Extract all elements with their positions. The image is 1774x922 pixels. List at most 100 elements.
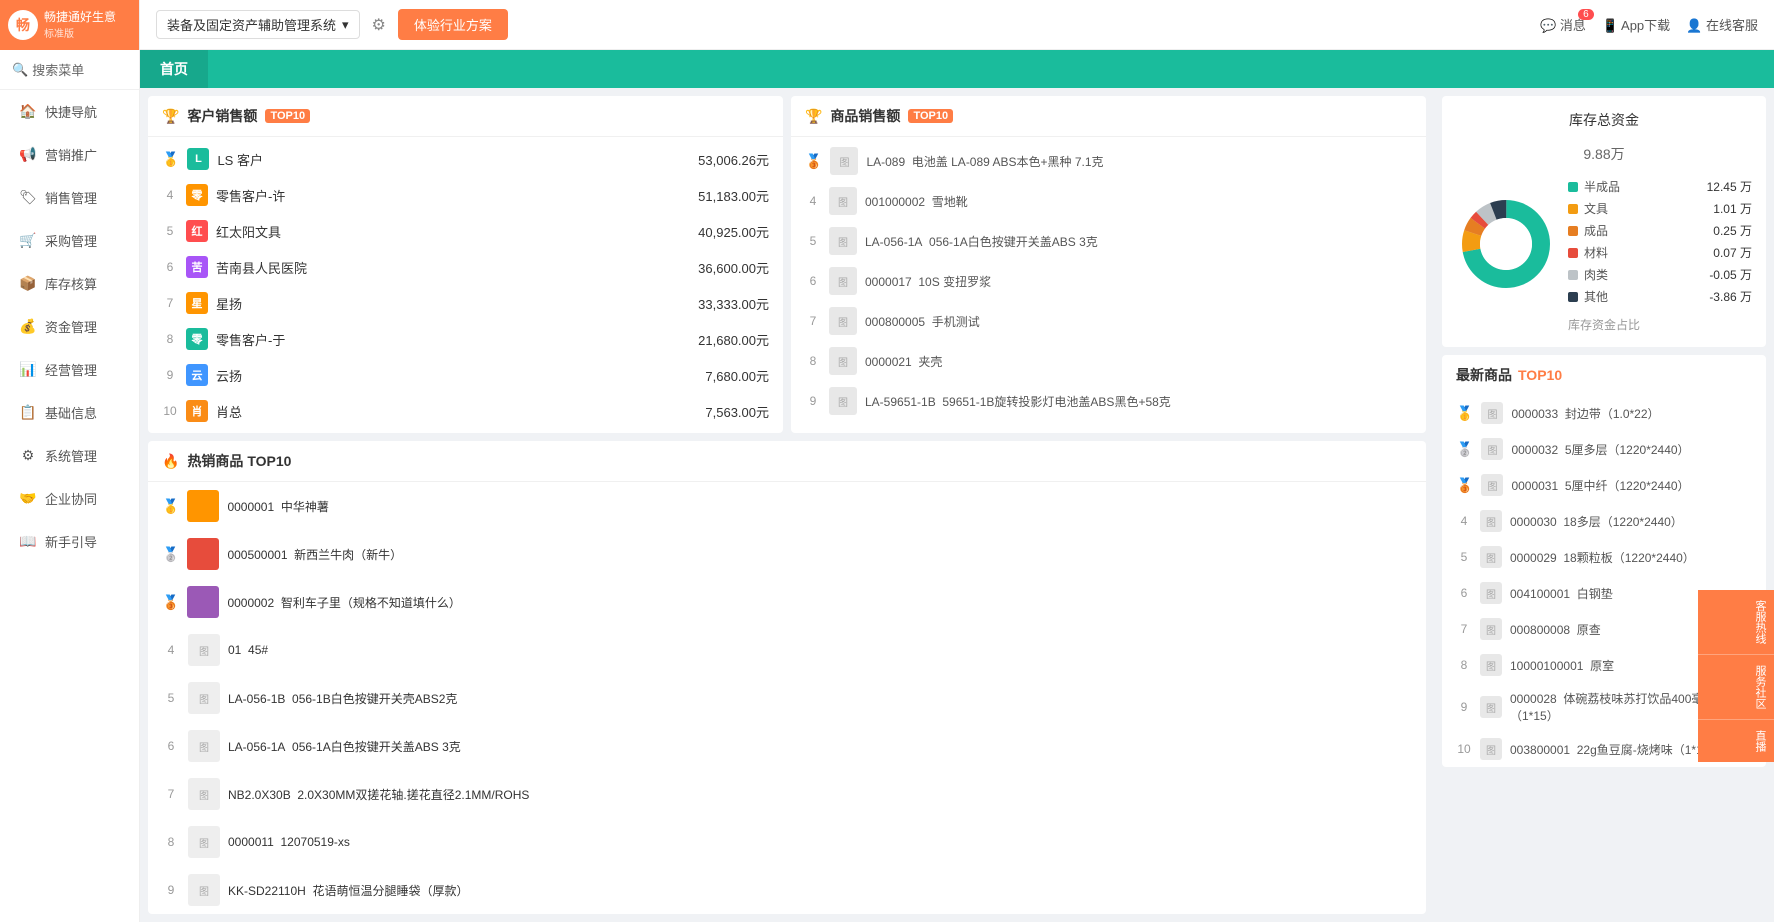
legend-color bbox=[1568, 204, 1578, 214]
hot-product-item[interactable]: 🥈 000500001 新西兰牛肉（新牛） bbox=[148, 530, 1426, 578]
customer-avatar: 云 bbox=[186, 364, 208, 386]
product-rank-item[interactable]: 8 图 0000021 夹壳 bbox=[791, 341, 1426, 381]
product-img: 图 bbox=[829, 187, 857, 215]
trial-button[interactable]: 体验行业方案 bbox=[398, 9, 508, 40]
middle-section: 🏆 客户销售额 TOP10 🥇 L LS 客户 53,006.26元 4 零 零… bbox=[140, 88, 1434, 922]
hot-medal: 🥇 bbox=[162, 498, 179, 515]
logo-badge: 标准版 bbox=[44, 25, 116, 40]
new-product-item[interactable]: 🥇 图 0000033 封边带（1.0*22） bbox=[1442, 395, 1766, 431]
product-rank-item[interactable]: 5 图 LA-056-1A 056-1A白色按键开关盖ABS 3克 bbox=[791, 221, 1426, 261]
sidebar-item-system[interactable]: ⚙系统管理 bbox=[0, 434, 139, 477]
new-rank-num: 10 bbox=[1456, 742, 1472, 756]
hot-product-item[interactable]: 🥉 0000002 智利车子里（规格不知道填什么） bbox=[148, 578, 1426, 626]
customer-rank-item[interactable]: 8 零 零售客户-于 21,680.00元 bbox=[148, 321, 783, 357]
service-label: 在线客服 bbox=[1706, 18, 1758, 33]
product-rank-item[interactable]: 🥉 图 LA-089 电池盖 LA-089 ABS本色+黑种 7.1克 bbox=[791, 141, 1426, 181]
content-area: 🏆 客户销售额 TOP10 🥇 L LS 客户 53,006.26元 4 零 零… bbox=[140, 88, 1774, 922]
system-selector[interactable]: 装备及固定资产辅助管理系统 ▾ bbox=[156, 10, 360, 39]
new-product-item[interactable]: 🥈 图 0000032 5厘多层（1220*2440） bbox=[1442, 431, 1766, 467]
new-product-item[interactable]: 🥉 图 0000031 5厘中纤（1220*2440） bbox=[1442, 467, 1766, 503]
legend-label: 成品 bbox=[1584, 222, 1707, 239]
sidebar-search[interactable]: 🔍 搜索菜单 bbox=[0, 50, 139, 90]
sidebar-item-purchase[interactable]: 🛒采购管理 bbox=[0, 219, 139, 262]
hot-product-item[interactable]: 6 图 LA-056-1A 056-1A白色按键开关盖ABS 3克 bbox=[148, 722, 1426, 770]
hot-product-item[interactable]: 8 图 0000011 12070519-xs bbox=[148, 818, 1426, 866]
rank-num: 8 bbox=[162, 332, 178, 346]
inventory-legend: 半成品 12.45 万 文具 1.01 万 成品 0.25 万 材料 0.07 … bbox=[1568, 178, 1752, 310]
message-count: 6 bbox=[1578, 9, 1594, 20]
customer-rank-item[interactable]: 6 苦 苦南县人民医院 36,600.00元 bbox=[148, 249, 783, 285]
sidebar-item-marketing[interactable]: 📢营销推广 bbox=[0, 133, 139, 176]
customer-ranking-header: 🏆 客户销售额 TOP10 bbox=[148, 96, 783, 137]
online-service[interactable]: 👤 在线客服 bbox=[1686, 15, 1758, 34]
menu-label-finance: 资金管理 bbox=[45, 317, 97, 336]
product-rank-item[interactable]: 9 图 LA-59651-1B 59651-1B旋转投影灯电池盖ABS黑色+58… bbox=[791, 381, 1426, 421]
hot-product-name: LA-056-1A 056-1A白色按键开关盖ABS 3克 bbox=[228, 738, 1412, 755]
app-header: 装备及固定资产辅助管理系统 ▾ ⚙ 体验行业方案 💬 消息 6 📱 App下载 … bbox=[140, 0, 1774, 50]
hot-num: 8 bbox=[162, 835, 180, 849]
float-btn-direct[interactable]: 直播 bbox=[1698, 720, 1774, 762]
customer-rank-item[interactable]: 5 红 红太阳文具 40,925.00元 bbox=[148, 213, 783, 249]
sidebar-item-sales[interactable]: 🏷销售管理 bbox=[0, 176, 139, 219]
legend-item: 文具 1.01 万 bbox=[1568, 200, 1752, 217]
sidebar-item-finance[interactable]: 💰资金管理 bbox=[0, 305, 139, 348]
customer-rank-item[interactable]: 7 星 星扬 33,333.00元 bbox=[148, 285, 783, 321]
customer-rank-item[interactable]: 4 零 零售客户-许 51,183.00元 bbox=[148, 177, 783, 213]
hot-medal: 🥉 bbox=[162, 594, 179, 611]
customer-amount: 33,333.00元 bbox=[698, 294, 769, 313]
legend-item: 肉类 -0.05 万 bbox=[1568, 266, 1752, 283]
app-download[interactable]: 📱 App下载 bbox=[1602, 15, 1670, 34]
float-btn-customer-service[interactable]: 客服热线 bbox=[1698, 590, 1774, 655]
product-rank-list: 🥉 图 LA-089 电池盖 LA-089 ABS本色+黑种 7.1克 4 图 … bbox=[791, 137, 1426, 425]
settings-icon[interactable]: ⚙ bbox=[372, 15, 386, 35]
customer-rank-item[interactable]: 10 肖 肖总 7,563.00元 bbox=[148, 393, 783, 429]
legend-label: 文具 bbox=[1584, 200, 1707, 217]
sidebar-item-inventory[interactable]: 📦库存核算 bbox=[0, 262, 139, 305]
tab-home[interactable]: 首页 bbox=[140, 50, 208, 88]
legend-label: 其他 bbox=[1584, 288, 1703, 305]
hot-products-panel: 🔥 热销商品 TOP10 🥇 0000001 中华神薯 🥈 000500001 … bbox=[148, 441, 1426, 914]
product-code: 000800005 手机测试 bbox=[865, 313, 1412, 330]
product-img: 图 bbox=[829, 387, 857, 415]
hot-num: 5 bbox=[162, 691, 180, 705]
sidebar-item-guide[interactable]: 📖新手引导 bbox=[0, 520, 139, 563]
legend-color bbox=[1568, 248, 1578, 258]
customer-rank-item[interactable]: 9 云 云扬 7,680.00元 bbox=[148, 357, 783, 393]
new-product-name: 0000032 5厘多层（1220*2440） bbox=[1511, 441, 1752, 458]
product-rank-item[interactable]: 6 图 0000017 10S 变扭罗浆 bbox=[791, 261, 1426, 301]
hot-product-item[interactable]: 9 图 KK-SD22110H 花语萌恒温分腿睡袋（厚款） bbox=[148, 866, 1426, 914]
hot-product-item[interactable]: 4 图 01 45# bbox=[148, 626, 1426, 674]
system-selector-label: 装备及固定资产辅助管理系统 bbox=[167, 15, 336, 34]
hot-products-header: 🔥 热销商品 TOP10 bbox=[148, 441, 1426, 482]
customer-ranking-title: 客户销售额 bbox=[187, 106, 257, 126]
product-rank-item[interactable]: 7 图 000800005 手机测试 bbox=[791, 301, 1426, 341]
hot-product-item[interactable]: 🥇 0000001 中华神薯 bbox=[148, 482, 1426, 530]
inventory-panel: 库存总资金 9.88万 半成品 12.45 万 文具 1.01 万 成品 0.2… bbox=[1442, 96, 1766, 347]
hot-product-name: 000500001 新西兰牛肉（新牛） bbox=[227, 546, 1412, 563]
float-btn-service-community[interactable]: 服务社区 bbox=[1698, 655, 1774, 720]
float-buttons: 客服热线服务社区直播 bbox=[1698, 590, 1774, 762]
app-download-label: App下载 bbox=[1621, 18, 1670, 33]
new-product-item[interactable]: 4 图 0000030 18多层（1220*2440） bbox=[1442, 503, 1766, 539]
customer-rank-list: 🥇 L LS 客户 53,006.26元 4 零 零售客户-许 51,183.0… bbox=[148, 137, 783, 433]
product-sales-title: 商品销售额 bbox=[830, 106, 900, 126]
menu-label-guide: 新手引导 bbox=[45, 532, 97, 551]
customer-rank-item[interactable]: 🥇 L LS 客户 53,006.26元 bbox=[148, 141, 783, 177]
hot-num: 6 bbox=[162, 739, 180, 753]
donut-chart bbox=[1456, 194, 1556, 294]
sidebar-item-operations[interactable]: 📊经营管理 bbox=[0, 348, 139, 391]
hot-product-item[interactable]: 7 图 NB2.0X30B 2.0X30MM双搓花轴.搓花直径2.1MM/ROH… bbox=[148, 770, 1426, 818]
sidebar-item-enterprise[interactable]: 🤝企业协同 bbox=[0, 477, 139, 520]
customer-avatar: 零 bbox=[186, 184, 208, 206]
menu-icon-system: ⚙ bbox=[19, 447, 37, 465]
new-product-img: 图 bbox=[1480, 618, 1502, 640]
hot-product-name: 0000001 中华神薯 bbox=[227, 498, 1412, 515]
product-rank-item[interactable]: 4 图 001000002 雪地靴 bbox=[791, 181, 1426, 221]
hot-product-item[interactable]: 5 图 LA-056-1B 056-1B白色按键开关壳ABS2克 bbox=[148, 674, 1426, 722]
sidebar-item-quick-nav[interactable]: 🏠快捷导航 bbox=[0, 90, 139, 133]
new-product-item[interactable]: 5 图 0000029 18颗粒板（1220*2440） bbox=[1442, 539, 1766, 575]
message-badge[interactable]: 💬 消息 6 bbox=[1540, 15, 1586, 34]
sidebar-item-basic-info[interactable]: 📋基础信息 bbox=[0, 391, 139, 434]
customer-avatar: 零 bbox=[186, 328, 208, 350]
new-rank-num: 9 bbox=[1456, 700, 1472, 714]
